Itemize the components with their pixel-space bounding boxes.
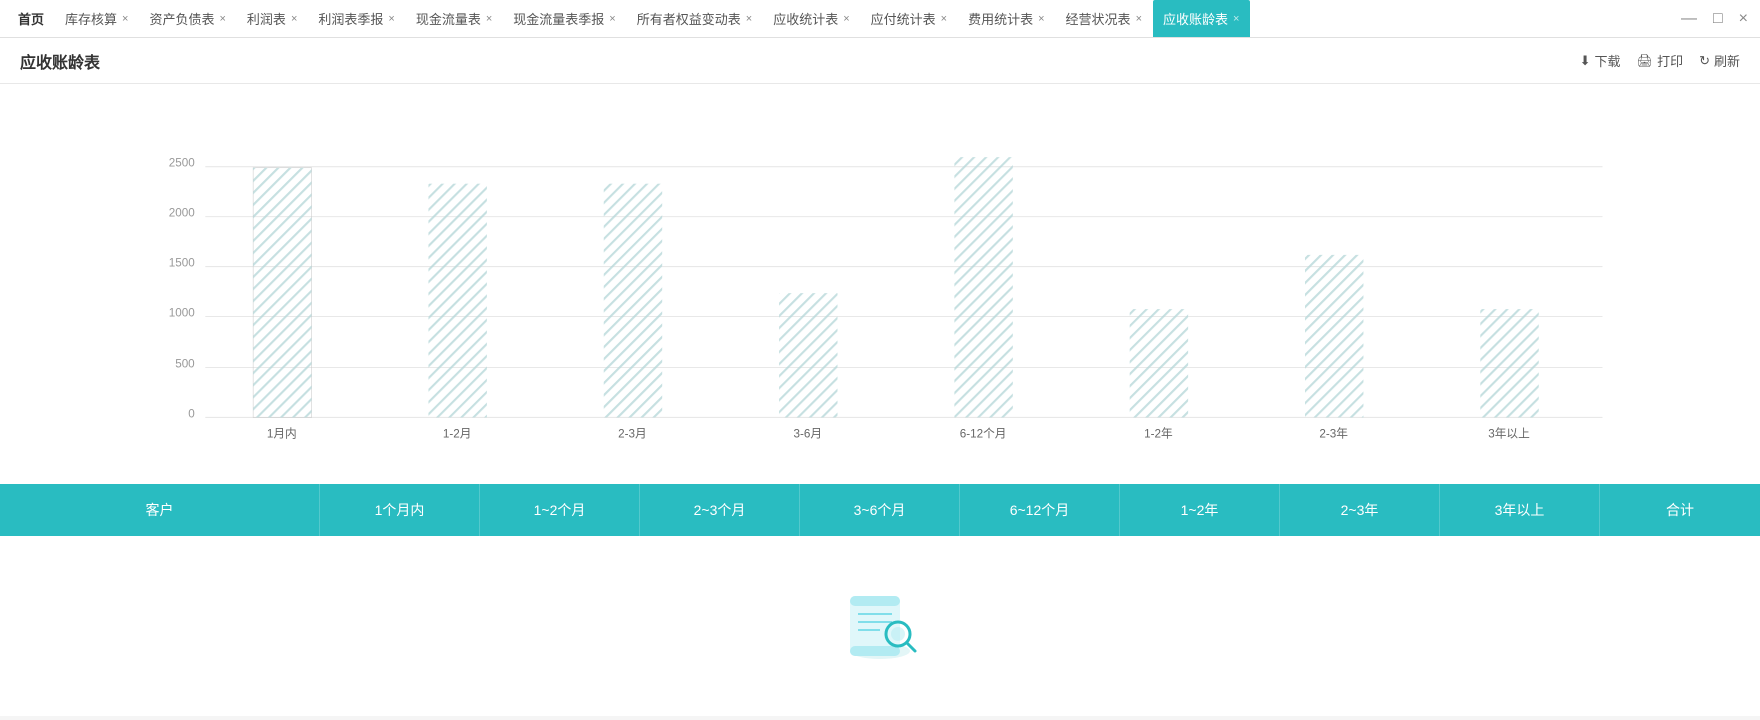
- download-label: 下载: [1595, 51, 1621, 70]
- close-icon[interactable]: ×: [843, 13, 849, 25]
- window-actions: — □ ×: [1677, 10, 1752, 28]
- tab-cashflow-quarter-label: 现金流量表季报: [513, 9, 604, 28]
- tab-home-label: 首页: [18, 9, 44, 28]
- tab-inventory-label: 库存核算: [65, 9, 117, 28]
- close-icon[interactable]: ×: [1038, 13, 1044, 25]
- close-icon[interactable]: ×: [746, 13, 752, 25]
- svg-text:3-6月: 3-6月: [793, 428, 822, 441]
- tab-expense-stat-label: 费用统计表: [968, 9, 1033, 28]
- tab-ar-aging[interactable]: 应收账龄表 ×: [1153, 0, 1250, 38]
- col-customer: 客户: [0, 484, 320, 536]
- tab-expense-stat[interactable]: 费用统计表 ×: [958, 0, 1055, 38]
- tab-equity-label: 所有者权益变动表: [637, 9, 741, 28]
- svg-text:6-12个月: 6-12个月: [960, 428, 1007, 441]
- refresh-icon: ↻: [1699, 53, 1710, 69]
- col-2-3year: 2~3年: [1280, 484, 1440, 536]
- refresh-button[interactable]: ↻ 刷新: [1699, 51, 1740, 70]
- tab-cashflow[interactable]: 现金流量表 ×: [406, 0, 503, 38]
- main-content: 0 500 1000 1500 2000 2500: [0, 84, 1760, 716]
- refresh-label: 刷新: [1714, 51, 1740, 70]
- page-header: 应收账龄表 ⬇ 下载 🖨 打印 ↻ 刷新: [0, 38, 1760, 84]
- tab-home[interactable]: 首页: [8, 0, 55, 38]
- tab-cashflow-quarter[interactable]: 现金流量表季报 ×: [503, 0, 626, 38]
- tab-inventory[interactable]: 库存核算 ×: [55, 0, 139, 38]
- tab-balance[interactable]: 资产负债表 ×: [139, 0, 236, 38]
- svg-text:1000: 1000: [169, 307, 195, 320]
- chart-area: 0 500 1000 1500 2000 2500: [0, 84, 1760, 484]
- tab-profit-quarter[interactable]: 利润表季报 ×: [308, 0, 405, 38]
- tab-ap-stat-label: 应付统计表: [871, 9, 936, 28]
- col-2-3month: 2~3个月: [640, 484, 800, 536]
- tab-business[interactable]: 经营状况表 ×: [1056, 0, 1153, 38]
- svg-text:500: 500: [175, 358, 195, 371]
- bar-chart: 0 500 1000 1500 2000 2500: [30, 104, 1730, 444]
- close-icon[interactable]: ×: [219, 13, 225, 25]
- svg-text:1月内: 1月内: [267, 427, 297, 441]
- svg-text:3年以上: 3年以上: [1488, 427, 1530, 441]
- download-button[interactable]: ⬇ 下载: [1580, 51, 1621, 70]
- empty-state: [0, 536, 1760, 716]
- print-button[interactable]: 🖨 打印: [1637, 51, 1684, 70]
- minimize-button[interactable]: —: [1677, 10, 1701, 28]
- close-icon[interactable]: ×: [291, 13, 297, 25]
- page-actions: ⬇ 下载 🖨 打印 ↻ 刷新: [1580, 51, 1740, 70]
- close-icon[interactable]: ×: [122, 13, 128, 25]
- close-icon[interactable]: ×: [941, 13, 947, 25]
- maximize-button[interactable]: □: [1709, 10, 1727, 28]
- svg-text:1-2月: 1-2月: [443, 428, 472, 441]
- tab-ar-aging-label: 应收账龄表: [1163, 9, 1228, 28]
- close-icon[interactable]: ×: [486, 13, 492, 25]
- close-icon[interactable]: ×: [1233, 13, 1239, 25]
- close-icon[interactable]: ×: [388, 13, 394, 25]
- tab-cashflow-label: 现金流量表: [416, 9, 481, 28]
- svg-text:0: 0: [188, 407, 195, 420]
- col-total: 合计: [1600, 484, 1760, 536]
- col-6-12month: 6~12个月: [960, 484, 1120, 536]
- print-icon: 🖨: [1637, 53, 1654, 69]
- col-1-2month: 1~2个月: [480, 484, 640, 536]
- close-icon[interactable]: ×: [609, 13, 615, 25]
- tab-business-label: 经营状况表: [1066, 9, 1131, 28]
- tab-balance-label: 资产负债表: [149, 9, 214, 28]
- col-3-6month: 3~6个月: [800, 484, 960, 536]
- tab-equity[interactable]: 所有者权益变动表 ×: [627, 0, 763, 38]
- tab-profit[interactable]: 利润表 ×: [237, 0, 308, 38]
- close-icon[interactable]: ×: [1136, 13, 1142, 25]
- tab-profit-label: 利润表: [247, 9, 286, 28]
- tab-ar-stat-label: 应收统计表: [773, 9, 838, 28]
- col-1-2year: 1~2年: [1120, 484, 1280, 536]
- tab-bar: 首页 库存核算 × 资产负债表 × 利润表 × 利润表季报 × 现金流量表 × …: [0, 0, 1760, 38]
- svg-text:2-3月: 2-3月: [618, 428, 647, 441]
- table-header: 客户 1个月内 1~2个月 2~3个月 3~6个月 6~12个月 1~2年 2~…: [0, 484, 1760, 536]
- svg-text:2000: 2000: [169, 207, 195, 220]
- print-label: 打印: [1657, 51, 1683, 70]
- col-1month: 1个月内: [320, 484, 480, 536]
- col-3plus-year: 3年以上: [1440, 484, 1600, 536]
- tab-ar-stat[interactable]: 应收统计表 ×: [763, 0, 860, 38]
- tab-profit-quarter-label: 利润表季报: [318, 9, 383, 28]
- svg-text:2-3年: 2-3年: [1319, 427, 1348, 441]
- svg-text:1-2年: 1-2年: [1144, 427, 1173, 441]
- page-title: 应收账龄表: [20, 49, 100, 73]
- svg-text:1500: 1500: [169, 257, 195, 270]
- download-icon: ⬇: [1580, 53, 1591, 69]
- tab-ap-stat[interactable]: 应付统计表 ×: [861, 0, 958, 38]
- window-close-button[interactable]: ×: [1735, 10, 1752, 28]
- svg-text:2500: 2500: [169, 157, 195, 170]
- chart-container: 0 500 1000 1500 2000 2500: [30, 104, 1730, 444]
- empty-icon: [830, 576, 930, 676]
